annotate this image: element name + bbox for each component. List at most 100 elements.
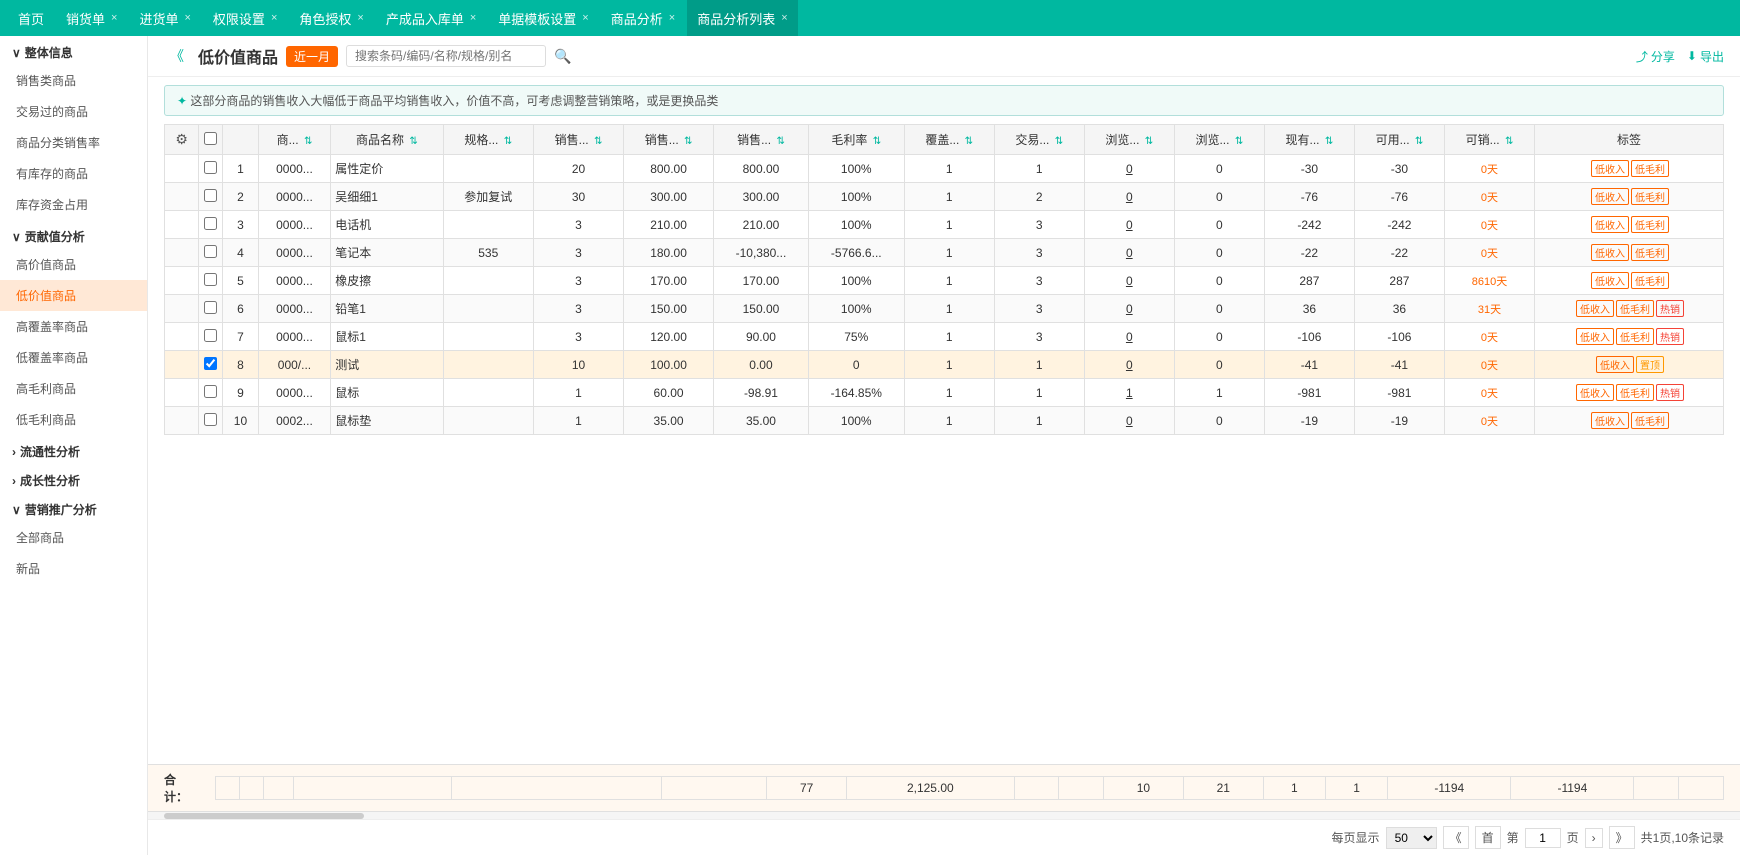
cell-days: 0天 — [1444, 379, 1534, 407]
page-number-input[interactable] — [1525, 828, 1561, 848]
th-trade[interactable]: 交易... ⇅ — [994, 125, 1084, 155]
sidebar-item-new-goods[interactable]: 新品 — [0, 553, 147, 584]
nav-purchase[interactable]: 进货单 × — [129, 0, 200, 36]
row-checkbox-4[interactable] — [204, 273, 217, 286]
close-roles-icon[interactable]: × — [357, 12, 363, 24]
cell-view1[interactable]: 0 — [1084, 267, 1174, 295]
sidebar-item-category-sales[interactable]: 商品分类销售率 — [0, 127, 147, 158]
th-name[interactable]: 商品名称 ⇅ — [331, 125, 443, 155]
sidebar-item-low-margin[interactable]: 低毛利商品 — [0, 404, 147, 435]
sidebar-group-growth[interactable]: › 成长性分析 — [0, 464, 147, 493]
expand-circulation-icon[interactable]: › — [12, 445, 16, 459]
th-coverage[interactable]: 覆盖... ⇅ — [904, 125, 994, 155]
th-sale-amt[interactable]: 销售... ⇅ — [624, 125, 714, 155]
cell-checkbox[interactable] — [199, 295, 223, 323]
nav-sales[interactable]: 销货单 × — [56, 0, 127, 36]
th-view2[interactable]: 浏览... ⇅ — [1174, 125, 1264, 155]
cell-view1[interactable]: 0 — [1084, 351, 1174, 379]
select-all-checkbox[interactable] — [204, 132, 217, 145]
nav-analysis[interactable]: 商品分析 × — [601, 0, 685, 36]
nav-roles[interactable]: 角色授权 × — [289, 0, 373, 36]
nav-permissions[interactable]: 权限设置 × — [203, 0, 287, 36]
cell-view1[interactable]: 0 — [1084, 323, 1174, 351]
collapse-contribution-icon[interactable]: ∨ — [12, 230, 21, 244]
per-page-select[interactable]: 50 100 — [1386, 827, 1437, 849]
cell-checkbox[interactable] — [199, 239, 223, 267]
collapse-marketing-icon[interactable]: ∨ — [12, 503, 21, 517]
last-page-btn[interactable]: 》 — [1609, 826, 1635, 849]
next-page-btn[interactable]: › — [1585, 828, 1603, 848]
th-gross-rate[interactable]: 毛利率 ⇅ — [808, 125, 904, 155]
th-checkbox[interactable] — [199, 125, 223, 155]
cell-view1[interactable]: 0 — [1084, 295, 1174, 323]
close-production-icon[interactable]: × — [470, 12, 476, 24]
th-spec[interactable]: 规格... ⇅ — [443, 125, 533, 155]
close-template-icon[interactable]: × — [582, 12, 588, 24]
close-purchase-icon[interactable]: × — [184, 12, 190, 24]
cell-view1[interactable]: 0 — [1084, 155, 1174, 183]
search-icon[interactable]: 🔍 — [554, 48, 571, 65]
cell-view1[interactable]: 1 — [1084, 379, 1174, 407]
close-analysis-list-icon[interactable]: × — [781, 12, 787, 24]
collapse-overall-icon[interactable]: ∨ — [12, 46, 21, 60]
cell-checkbox[interactable] — [199, 267, 223, 295]
cell-view1[interactable]: 0 — [1084, 183, 1174, 211]
close-permissions-icon[interactable]: × — [271, 12, 277, 24]
row-checkbox-2[interactable] — [204, 217, 217, 230]
cell-view1[interactable]: 0 — [1084, 239, 1174, 267]
th-sale-profit[interactable]: 销售... ⇅ — [714, 125, 809, 155]
cell-checkbox[interactable] — [199, 211, 223, 239]
th-avail[interactable]: 可用... ⇅ — [1354, 125, 1444, 155]
close-analysis-icon[interactable]: × — [669, 12, 675, 24]
sidebar-item-high-margin[interactable]: 高毛利商品 — [0, 373, 147, 404]
table-container[interactable]: ⚙ 商... ⇅ 商品名称 ⇅ 规格... ⇅ 销售... ⇅ 销售... ⇅ … — [148, 124, 1740, 764]
row-checkbox-1[interactable] — [204, 189, 217, 202]
sidebar-item-low-coverage[interactable]: 低覆盖率商品 — [0, 342, 147, 373]
sidebar-item-stock-capital[interactable]: 库存资金占用 — [0, 189, 147, 220]
sidebar-item-high-coverage[interactable]: 高覆盖率商品 — [0, 311, 147, 342]
sidebar-item-low-value[interactable]: 低价值商品 — [0, 280, 147, 311]
th-stock[interactable]: 现有... ⇅ — [1264, 125, 1354, 155]
prev-page-btn[interactable]: 首 — [1475, 826, 1501, 849]
cell-checkbox[interactable] — [199, 155, 223, 183]
sidebar-item-traded-goods[interactable]: 交易过的商品 — [0, 96, 147, 127]
row-checkbox-6[interactable] — [204, 329, 217, 342]
row-checkbox-0[interactable] — [204, 161, 217, 174]
share-btn[interactable]: ⤴ 分享 — [1636, 48, 1675, 65]
row-checkbox-8[interactable] — [204, 385, 217, 398]
th-settings[interactable]: ⚙ — [165, 125, 199, 155]
cell-view1[interactable]: 0 — [1084, 407, 1174, 435]
th-code[interactable]: 商... ⇅ — [258, 125, 331, 155]
row-checkbox-3[interactable] — [204, 245, 217, 258]
th-days[interactable]: 可销... ⇅ — [1444, 125, 1534, 155]
settings-icon[interactable]: ⚙ — [175, 131, 188, 147]
row-checkbox-9[interactable] — [204, 413, 217, 426]
nav-production[interactable]: 产成品入库单 × — [376, 0, 486, 36]
row-checkbox-5[interactable] — [204, 301, 217, 314]
nav-template[interactable]: 单据模板设置 × — [488, 0, 598, 36]
first-page-btn[interactable]: 《 — [1443, 826, 1469, 849]
nav-analysis-list[interactable]: 商品分析列表 × — [687, 0, 797, 36]
cell-view1[interactable]: 0 — [1084, 211, 1174, 239]
expand-growth-icon[interactable]: › — [12, 474, 16, 488]
nav-home[interactable]: 首页 — [8, 0, 54, 36]
sidebar-item-stock-goods[interactable]: 有库存的商品 — [0, 158, 147, 189]
sidebar-item-all-goods[interactable]: 全部商品 — [0, 522, 147, 553]
sidebar-item-high-value[interactable]: 高价值商品 — [0, 249, 147, 280]
export-btn[interactable]: ⬇ 导出 — [1687, 48, 1724, 65]
th-view1[interactable]: 浏览... ⇅ — [1084, 125, 1174, 155]
close-sales-icon[interactable]: × — [111, 12, 117, 24]
cell-checkbox[interactable] — [199, 183, 223, 211]
sidebar-group-circulation[interactable]: › 流通性分析 — [0, 435, 147, 464]
th-sale-qty[interactable]: 销售... ⇅ — [533, 125, 623, 155]
sidebar-item-sales-goods[interactable]: 销售类商品 — [0, 65, 147, 96]
cell-gear — [165, 267, 199, 295]
cell-checkbox[interactable] — [199, 351, 223, 379]
cell-checkbox[interactable] — [199, 323, 223, 351]
sidebar-collapse-btn[interactable]: 《 — [164, 44, 190, 68]
row-checkbox-7[interactable] — [204, 357, 217, 370]
search-input[interactable] — [346, 45, 546, 67]
filter-recent-month-btn[interactable]: 近一月 — [286, 46, 338, 67]
cell-checkbox[interactable] — [199, 407, 223, 435]
cell-checkbox[interactable] — [199, 379, 223, 407]
